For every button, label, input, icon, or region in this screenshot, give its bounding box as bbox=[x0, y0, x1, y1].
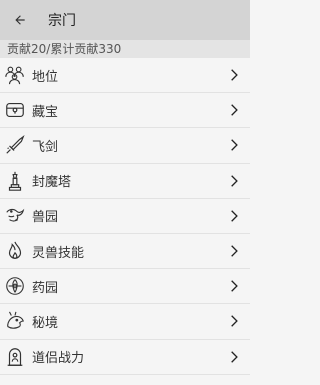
back-button[interactable] bbox=[0, 0, 40, 40]
flame-icon bbox=[4, 240, 26, 262]
menu-item-status[interactable]: 地位 bbox=[0, 58, 250, 94]
treasure-chest-icon bbox=[4, 99, 26, 121]
shrine-icon bbox=[4, 346, 26, 368]
menu-item-partner-power[interactable]: 道侣战力 bbox=[0, 339, 250, 375]
menu-item-label: 藏宝 bbox=[32, 104, 59, 120]
menu-item-label: 飞剑 bbox=[32, 139, 59, 155]
sword-icon bbox=[4, 134, 26, 156]
chevron-right-icon bbox=[231, 350, 238, 363]
dragon-head-icon bbox=[4, 310, 26, 332]
chevron-right-icon bbox=[231, 280, 238, 292]
chevron-right-icon bbox=[231, 69, 238, 81]
chevron-right-icon bbox=[231, 174, 238, 187]
chevron-right-icon bbox=[231, 139, 238, 152]
menu-item-beast-garden[interactable]: 兽园 bbox=[0, 198, 250, 234]
herb-icon bbox=[4, 275, 26, 297]
menu-item-label: 兽园 bbox=[32, 210, 59, 226]
chevron-right-icon bbox=[231, 210, 238, 222]
menu-item-herb-garden[interactable]: 药园 bbox=[0, 269, 250, 305]
menu-item-label: 封魔塔 bbox=[32, 175, 72, 191]
menu-item-label: 药园 bbox=[32, 280, 59, 296]
menu-item-secret-realm[interactable]: 秘境 bbox=[0, 304, 250, 340]
menu-item-treasure[interactable]: 藏宝 bbox=[0, 93, 250, 129]
page-title: 宗门 bbox=[48, 13, 76, 29]
contribution-summary: 贡献20/累计贡献330 bbox=[0, 40, 250, 58]
chevron-right-icon bbox=[231, 315, 238, 328]
menu-item-label: 地位 bbox=[32, 69, 59, 85]
app-bar: 宗门 bbox=[0, 0, 250, 40]
chevron-right-icon bbox=[231, 245, 238, 257]
menu-item-label: 道侣战力 bbox=[32, 351, 85, 367]
sect-menu: 地位 藏宝 飞剑 封魔塔 兽园 灵兽技能 药园 秘境 道侣战力 bbox=[0, 58, 250, 375]
people-group-icon bbox=[4, 64, 26, 86]
menu-item-label: 秘境 bbox=[32, 315, 59, 331]
menu-item-demon-tower[interactable]: 封魔塔 bbox=[0, 163, 250, 199]
dragon-icon bbox=[4, 205, 26, 227]
menu-item-beast-skills[interactable]: 灵兽技能 bbox=[0, 233, 250, 270]
tower-icon bbox=[4, 170, 26, 192]
chevron-right-icon bbox=[231, 104, 238, 116]
menu-item-flying-sword[interactable]: 飞剑 bbox=[0, 128, 250, 164]
menu-item-label: 灵兽技能 bbox=[32, 245, 85, 261]
arrow-back-icon bbox=[15, 15, 25, 25]
